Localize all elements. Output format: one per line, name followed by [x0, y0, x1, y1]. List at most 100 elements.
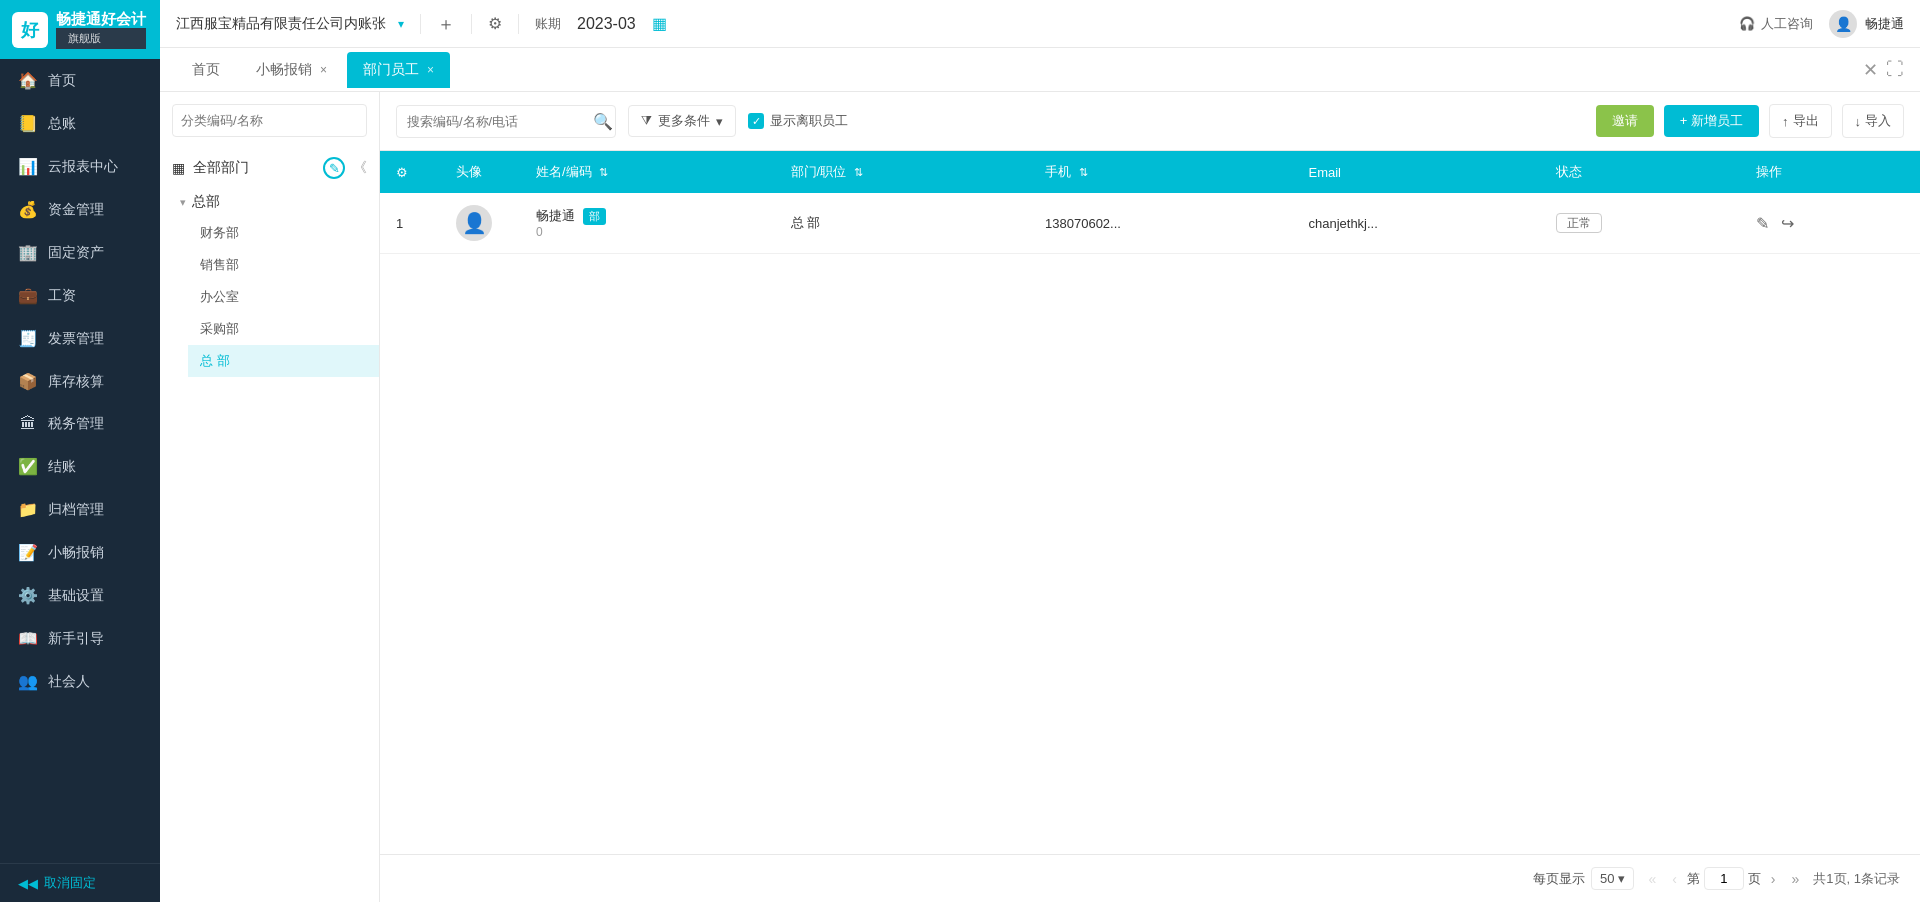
all-dept-label: 全部部门 [193, 159, 315, 177]
dept-child-general[interactable]: 总 部 [188, 345, 379, 377]
payroll-icon: 💼 [18, 286, 38, 305]
sidebar-item-invoice[interactable]: 🧾 发票管理 [0, 317, 160, 360]
tabs-right-actions: ✕ ⛶ [1863, 59, 1904, 81]
sidebar-label-payroll: 工资 [48, 287, 76, 305]
cell-actions: ✎ ↪ [1740, 193, 1920, 254]
dept-edit-icon[interactable]: ✎ [323, 157, 345, 179]
dept-label-general: 总 部 [200, 353, 230, 368]
dept-collapse-icon[interactable]: 《 [353, 159, 367, 177]
tab-expense-close[interactable]: × [320, 63, 327, 77]
sidebar-label-tax: 税务管理 [48, 415, 104, 433]
last-page-button[interactable]: » [1786, 869, 1806, 889]
headset-icon: 🎧 [1739, 16, 1755, 31]
import-button[interactable]: ↓ 导入 [1842, 104, 1905, 138]
sidebar-item-closing[interactable]: ✅ 结账 [0, 445, 160, 488]
first-page-button[interactable]: « [1642, 869, 1662, 889]
company-name[interactable]: 江西服宝精品有限责任公司内账张 [176, 15, 386, 33]
per-page-selector[interactable]: 50 ▾ [1591, 867, 1634, 890]
pagination: 每页显示 50 ▾ « ‹ 第 页 › » 共1页, 1条记录 [380, 854, 1920, 902]
social-icon: 👥 [18, 672, 38, 691]
th-email: Email [1292, 151, 1540, 193]
sidebar-item-settings[interactable]: ⚙️ 基础设置 [0, 574, 160, 617]
sidebar-item-social[interactable]: 👥 社会人 [0, 660, 160, 703]
sidebar-label-ledger: 总账 [48, 115, 76, 133]
sidebar-item-guide[interactable]: 📖 新手引导 [0, 617, 160, 660]
add-employee-button[interactable]: + 新增员工 [1664, 105, 1759, 137]
support-label: 人工咨询 [1761, 15, 1813, 33]
invite-button[interactable]: 邀请 [1596, 105, 1654, 137]
th-name[interactable]: 姓名/编码 ⇅ [520, 151, 775, 193]
filter-button[interactable]: ⧩ 更多条件 ▾ [628, 105, 736, 137]
sidebar-item-payroll[interactable]: 💼 工资 [0, 274, 160, 317]
show-former-checkbox[interactable]: ✓ [748, 113, 764, 129]
support-button[interactable]: 🎧 人工咨询 [1739, 15, 1813, 33]
tab-dept-emp[interactable]: 部门员工 × [347, 52, 450, 88]
sidebar-label-invoice: 发票管理 [48, 330, 104, 348]
table-row: 1 👤 畅捷通 部 0 [380, 193, 1920, 254]
import-icon: ↓ [1855, 114, 1862, 129]
sidebar-item-home[interactable]: 🏠 首页 [0, 59, 160, 102]
export-button[interactable]: ↑ 导出 [1769, 104, 1832, 138]
dept-search-icon[interactable]: 🔍 [357, 105, 367, 136]
pin-icon: ◀◀ [18, 876, 38, 891]
ledger-icon: 📒 [18, 114, 38, 133]
sidebar: 好 畅捷通好会计 旗舰版 🏠 首页 📒 总账 📊 云报表中心 💰 资金管理 🏢 … [0, 0, 160, 902]
sidebar-item-inventory[interactable]: 📦 库存核算 [0, 360, 160, 403]
dept-child-finance[interactable]: 财务部 [188, 217, 379, 249]
th-dept[interactable]: 部门/职位 ⇅ [775, 151, 1030, 193]
dept-grid-icon: ▦ [172, 160, 185, 176]
sidebar-item-reports[interactable]: 📊 云报表中心 [0, 145, 160, 188]
prev-page-button[interactable]: ‹ [1666, 869, 1683, 889]
dept-search-input[interactable] [173, 107, 357, 134]
edit-button[interactable]: ✎ [1756, 214, 1769, 233]
emp-dept-badge: 部 [583, 208, 606, 225]
dept-child-office[interactable]: 办公室 [188, 281, 379, 313]
sidebar-item-archive[interactable]: 📁 归档管理 [0, 488, 160, 531]
tab-home-label: 首页 [192, 61, 220, 79]
all-dept-header[interactable]: ▦ 全部部门 ✎ 《 [160, 149, 379, 187]
next-page-button[interactable]: › [1765, 869, 1782, 889]
sidebar-label-home: 首页 [48, 72, 76, 90]
dept-child-purchase[interactable]: 采购部 [188, 313, 379, 345]
settings-button[interactable]: ⚙ [488, 14, 502, 33]
tab-close-all-icon[interactable]: ✕ [1863, 59, 1878, 81]
emp-search-input[interactable] [397, 108, 585, 135]
sidebar-item-tax[interactable]: 🏛 税务管理 [0, 403, 160, 445]
calendar-icon[interactable]: ▦ [652, 14, 667, 33]
inventory-icon: 📦 [18, 372, 38, 391]
emp-search-icon[interactable]: 🔍 [585, 106, 616, 137]
sidebar-item-funds[interactable]: 💰 资金管理 [0, 188, 160, 231]
sidebar-item-expense[interactable]: 📝 小畅报销 [0, 531, 160, 574]
add-button[interactable]: ＋ [437, 12, 455, 36]
th-phone[interactable]: 手机 ⇅ [1029, 151, 1292, 193]
import-label: 导入 [1865, 112, 1891, 130]
dept-search-box[interactable]: 🔍 [172, 104, 367, 137]
user-menu[interactable]: 👤 畅捷通 [1829, 10, 1904, 38]
logout-button[interactable]: ↪ [1781, 214, 1794, 233]
action-buttons: ✎ ↪ [1756, 214, 1904, 233]
tab-home[interactable]: 首页 [176, 52, 236, 88]
th-avatar: 头像 [440, 151, 520, 193]
filter-chevron-icon: ▾ [716, 114, 723, 129]
reports-icon: 📊 [18, 157, 38, 176]
tab-expense[interactable]: 小畅报销 × [240, 52, 343, 88]
page-input[interactable] [1704, 867, 1744, 890]
tab-expand-icon[interactable]: ⛶ [1886, 59, 1904, 81]
company-dropdown-icon[interactable]: ▾ [398, 17, 404, 31]
cell-avatar: 👤 [440, 193, 520, 254]
sidebar-item-ledger[interactable]: 📒 总账 [0, 102, 160, 145]
invoice-icon: 🧾 [18, 329, 38, 348]
sidebar-logo[interactable]: 好 畅捷通好会计 旗舰版 [0, 0, 160, 59]
per-page-value: 50 [1600, 871, 1614, 886]
th-settings[interactable]: ⚙ [380, 151, 440, 193]
dept-child-sales[interactable]: 销售部 [188, 249, 379, 281]
employee-avatar: 👤 [456, 205, 492, 241]
logo-icon: 好 [12, 12, 48, 48]
emp-search-box[interactable]: 🔍 [396, 105, 616, 138]
tab-dept-emp-close[interactable]: × [427, 63, 434, 77]
closing-icon: ✅ [18, 457, 38, 476]
dept-label-purchase: 采购部 [200, 321, 239, 336]
sidebar-item-assets[interactable]: 🏢 固定资产 [0, 231, 160, 274]
cancel-fixed-button[interactable]: ◀◀ 取消固定 [0, 863, 160, 902]
dept-parent-general[interactable]: ▾ 总部 [168, 187, 379, 217]
